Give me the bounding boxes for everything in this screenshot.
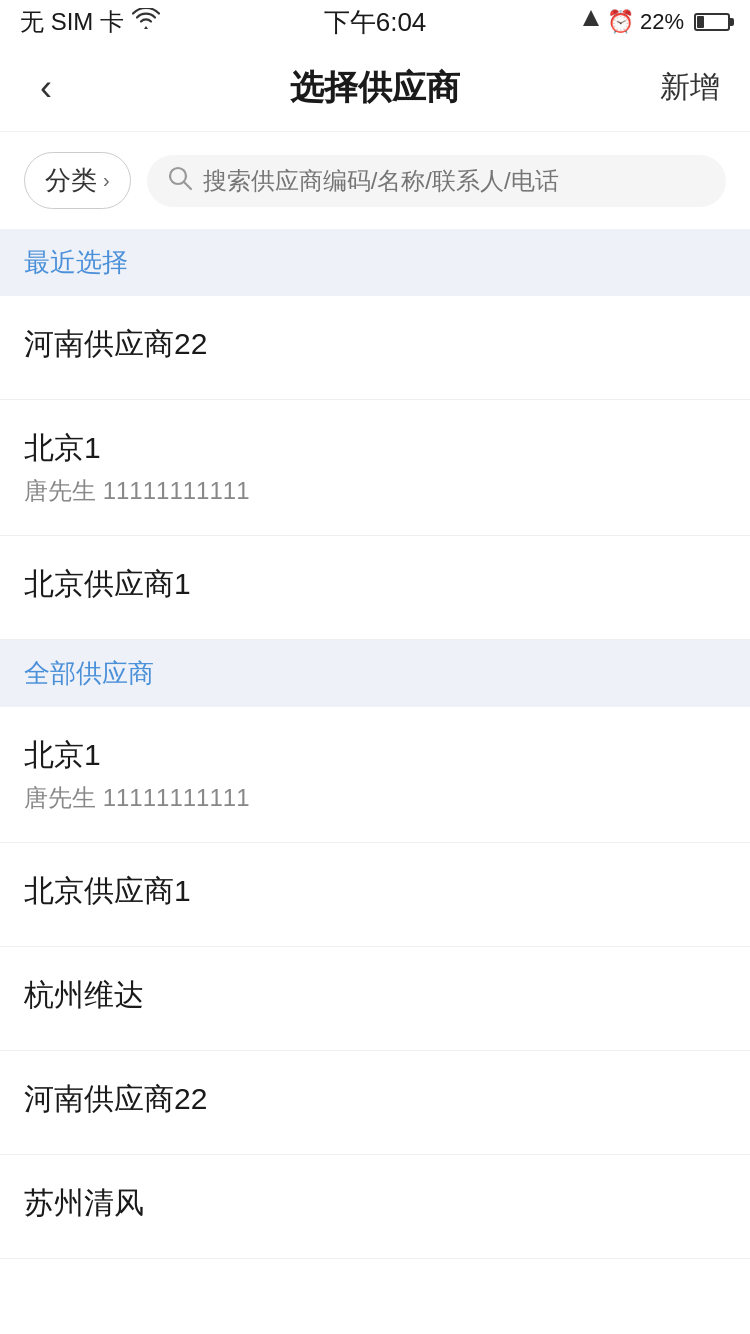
add-button[interactable]: 新增 [660, 67, 720, 108]
list-item[interactable]: 北京1 唐先生 11111111111 [0, 707, 750, 843]
search-area: 分类 › [0, 132, 750, 229]
list-item[interactable]: 北京供应商1 [0, 843, 750, 947]
carrier-label: 无 SIM 卡 [20, 6, 124, 38]
nav-bar: ‹ 选择供应商 新增 [0, 44, 750, 132]
item-name: 北京供应商1 [24, 564, 726, 605]
item-name: 北京1 [24, 735, 726, 776]
category-label: 分类 [45, 163, 97, 198]
item-name: 北京1 [24, 428, 726, 469]
wifi-icon [132, 8, 160, 36]
search-input[interactable] [203, 167, 706, 195]
status-bar: 无 SIM 卡 下午6:04 ⏰ 22% [0, 0, 750, 44]
alarm-icon: ⏰ [607, 9, 634, 35]
item-name: 河南供应商22 [24, 1079, 726, 1120]
list-item[interactable]: 河南供应商22 [0, 1051, 750, 1155]
list-item[interactable]: 北京1 唐先生 11111111111 [0, 400, 750, 536]
all-section-header: 全部供应商 [0, 640, 750, 707]
list-item[interactable]: 苏州清风 [0, 1155, 750, 1259]
recent-list: 河南供应商22 北京1 唐先生 11111111111 北京供应商1 [0, 296, 750, 640]
recent-section-label: 最近选择 [24, 247, 128, 277]
back-button[interactable]: ‹ [30, 57, 62, 119]
search-icon [167, 165, 193, 197]
search-input-wrapper [147, 155, 726, 207]
location-icon [581, 8, 601, 36]
item-name: 河南供应商22 [24, 324, 726, 365]
chevron-right-icon: › [103, 169, 110, 192]
battery-icon [694, 13, 730, 31]
all-section-label: 全部供应商 [24, 658, 154, 688]
list-item[interactable]: 河南供应商22 [0, 296, 750, 400]
category-button[interactable]: 分类 › [24, 152, 131, 209]
battery-percent: 22% [640, 9, 684, 35]
status-left: 无 SIM 卡 [20, 6, 160, 38]
item-sub: 唐先生 11111111111 [24, 782, 726, 814]
item-sub: 唐先生 11111111111 [24, 475, 726, 507]
item-name: 北京供应商1 [24, 871, 726, 912]
status-time: 下午6:04 [324, 5, 427, 40]
status-right: ⏰ 22% [581, 8, 730, 36]
page-title: 选择供应商 [290, 65, 460, 111]
list-item[interactable]: 杭州维达 [0, 947, 750, 1051]
item-name: 苏州清风 [24, 1183, 726, 1224]
list-item[interactable]: 北京供应商1 [0, 536, 750, 640]
all-list: 北京1 唐先生 11111111111 北京供应商1 杭州维达河南供应商22 苏州清风 [0, 707, 750, 1259]
svg-line-1 [184, 182, 191, 189]
recent-section-header: 最近选择 [0, 229, 750, 296]
item-name: 杭州维达 [24, 975, 726, 1016]
